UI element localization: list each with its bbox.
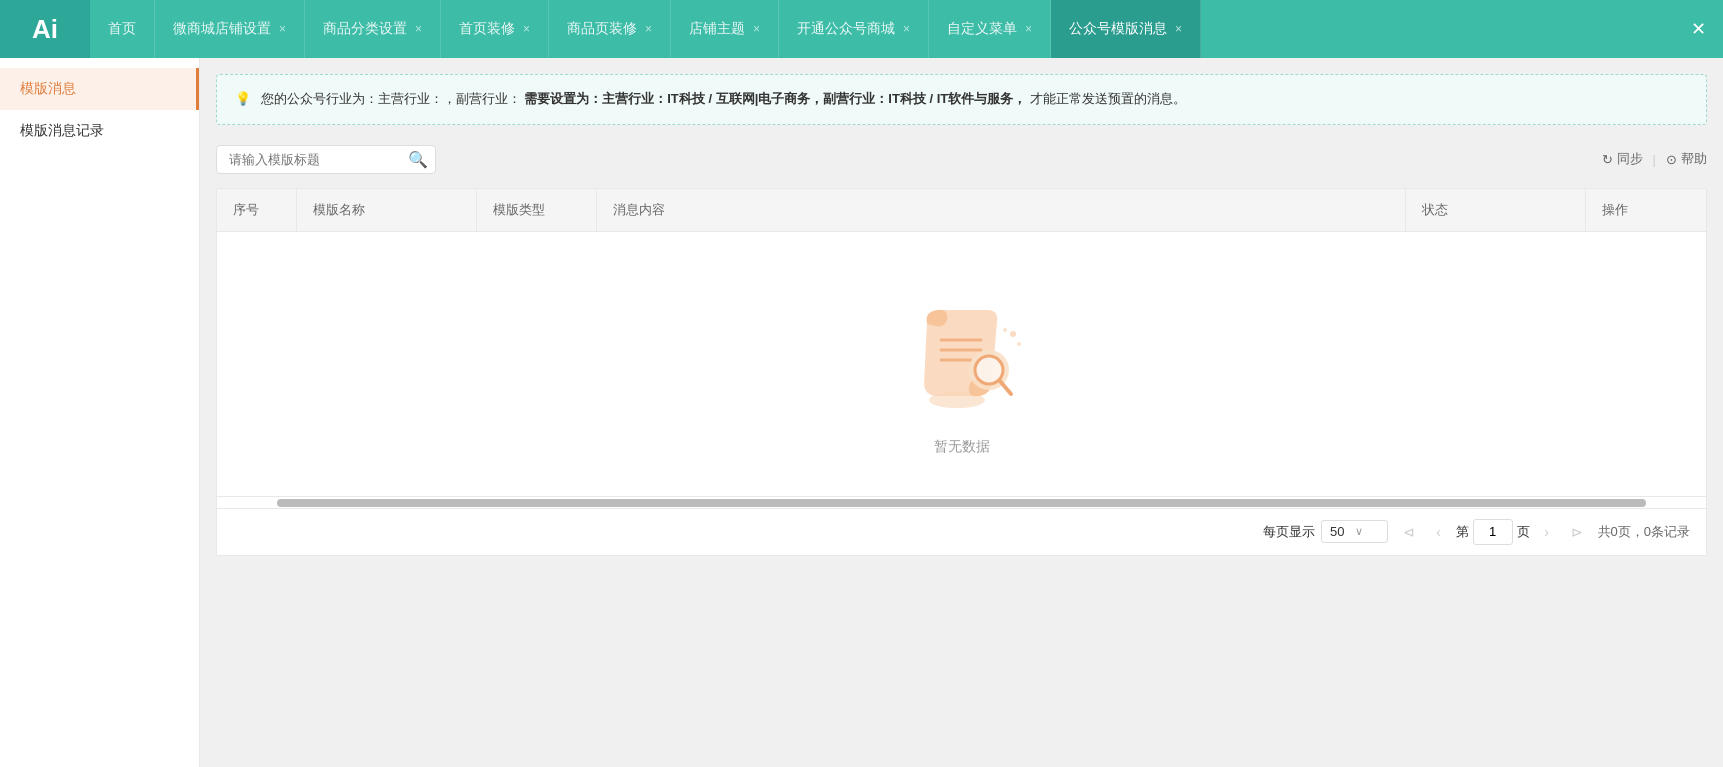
nav-tab-1[interactable]: 微商城店铺设置×: [155, 0, 305, 58]
nav-tab-8[interactable]: 公众号模版消息×: [1051, 0, 1201, 58]
nav-tab-close-7[interactable]: ×: [1025, 22, 1032, 36]
first-page-button[interactable]: ⊲: [1396, 519, 1422, 545]
table-header: 序号模版名称模版类型消息内容状态操作: [217, 189, 1706, 232]
dropdown-arrow-icon: ∨: [1355, 525, 1363, 538]
table-header-cell-1: 模版名称: [297, 189, 477, 231]
nav-tab-close-8[interactable]: ×: [1175, 22, 1182, 36]
pagination: 每页显示 50 ∨ ⊲ ‹ 第 页 › ⊳ 共0页，0条记录: [217, 508, 1706, 555]
empty-illustration: [897, 292, 1027, 422]
table-header-cell-0: 序号: [217, 189, 297, 231]
sync-button[interactable]: ↻ 同步: [1602, 150, 1643, 168]
nav-tab-6[interactable]: 开通公众号商城×: [779, 0, 929, 58]
search-right: ↻ 同步 | ⊙ 帮助: [1602, 150, 1707, 168]
table-header-cell-5: 操作: [1586, 189, 1706, 231]
page-size-dropdown[interactable]: 50 ∨: [1321, 520, 1387, 543]
nav-tab-5[interactable]: 店铺主题×: [671, 0, 779, 58]
sidebar-item-0[interactable]: 模版消息: [0, 68, 199, 110]
horizontal-scrollbar[interactable]: [217, 496, 1706, 508]
help-button[interactable]: ⊙ 帮助: [1666, 150, 1707, 168]
nav-tab-close-3[interactable]: ×: [523, 22, 530, 36]
pagination-nav: ⊲ ‹ 第 页 › ⊳: [1396, 519, 1590, 545]
notice-icon: 💡: [235, 91, 251, 106]
sidebar: 模版消息模版消息记录: [0, 58, 200, 767]
content-area: 💡 您的公众号行业为：主营行业：，副营行业： 需要设置为：主营行业：IT科技 /…: [200, 58, 1723, 767]
page-label: 第: [1456, 523, 1469, 541]
nav-tab-close-6[interactable]: ×: [903, 22, 910, 36]
svg-line-7: [1000, 381, 1011, 394]
svg-point-9: [1017, 342, 1021, 346]
page-size-select: 每页显示 50 ∨: [1263, 520, 1387, 543]
notice-prefix: 您的公众号行业为：主营行业：，副营行业：: [261, 91, 521, 106]
svg-point-10: [1003, 328, 1007, 332]
top-nav: Ai 首页微商城店铺设置×商品分类设置×首页装修×商品页装修×店铺主题×开通公众…: [0, 0, 1723, 58]
divider: |: [1653, 152, 1656, 167]
svg-point-8: [1010, 331, 1016, 337]
refresh-icon: ↻: [1602, 152, 1613, 167]
close-all-button[interactable]: ✕: [1673, 0, 1723, 58]
nav-tab-0[interactable]: 首页: [90, 0, 155, 58]
sidebar-item-1[interactable]: 模版消息记录: [0, 110, 199, 152]
scrollbar-thumb[interactable]: [277, 499, 1646, 507]
next-page-button[interactable]: ›: [1534, 519, 1560, 545]
prev-page-button[interactable]: ‹: [1426, 519, 1452, 545]
notice-box: 💡 您的公众号行业为：主营行业：，副营行业： 需要设置为：主营行业：IT科技 /…: [216, 74, 1707, 125]
table-header-cell-4: 状态: [1406, 189, 1586, 231]
notice-highlight: 需要设置为：主营行业：IT科技 / 互联网|电子商务，副营行业：IT科技 / I…: [524, 91, 1026, 106]
nav-tab-close-2[interactable]: ×: [415, 22, 422, 36]
nav-tab-close-5[interactable]: ×: [753, 22, 760, 36]
per-page-label: 每页显示: [1263, 523, 1315, 541]
search-button[interactable]: 🔍: [408, 150, 428, 169]
nav-tab-close-1[interactable]: ×: [279, 22, 286, 36]
last-page-button[interactable]: ⊳: [1564, 519, 1590, 545]
nav-tabs: 首页微商城店铺设置×商品分类设置×首页装修×商品页装修×店铺主题×开通公众号商城…: [90, 0, 1673, 58]
help-icon: ⊙: [1666, 152, 1677, 167]
search-left: 🔍: [216, 145, 436, 174]
nav-tab-close-4[interactable]: ×: [645, 22, 652, 36]
table-header-cell-3: 消息内容: [597, 189, 1406, 231]
main-layout: 模版消息模版消息记录 💡 您的公众号行业为：主营行业：，副营行业： 需要设置为：…: [0, 58, 1723, 767]
nav-tab-3[interactable]: 首页装修×: [441, 0, 549, 58]
nav-tab-7[interactable]: 自定义菜单×: [929, 0, 1051, 58]
page-unit: 页: [1517, 523, 1530, 541]
page-total: 共0页，0条记录: [1598, 523, 1690, 541]
table-header-cell-2: 模版类型: [477, 189, 597, 231]
nav-tab-4[interactable]: 商品页装修×: [549, 0, 671, 58]
page-number-input[interactable]: [1473, 519, 1513, 545]
search-bar: 🔍 ↻ 同步 | ⊙ 帮助: [216, 145, 1707, 174]
search-input-wrap: 🔍: [216, 145, 436, 174]
logo: Ai: [0, 0, 90, 58]
empty-text: 暂无数据: [934, 438, 990, 456]
nav-tab-2[interactable]: 商品分类设置×: [305, 0, 441, 58]
table-container: 序号模版名称模版类型消息内容状态操作: [216, 188, 1707, 556]
empty-state: 暂无数据: [217, 232, 1706, 496]
search-input[interactable]: [216, 145, 436, 174]
notice-suffix: 才能正常发送预置的消息。: [1030, 91, 1186, 106]
